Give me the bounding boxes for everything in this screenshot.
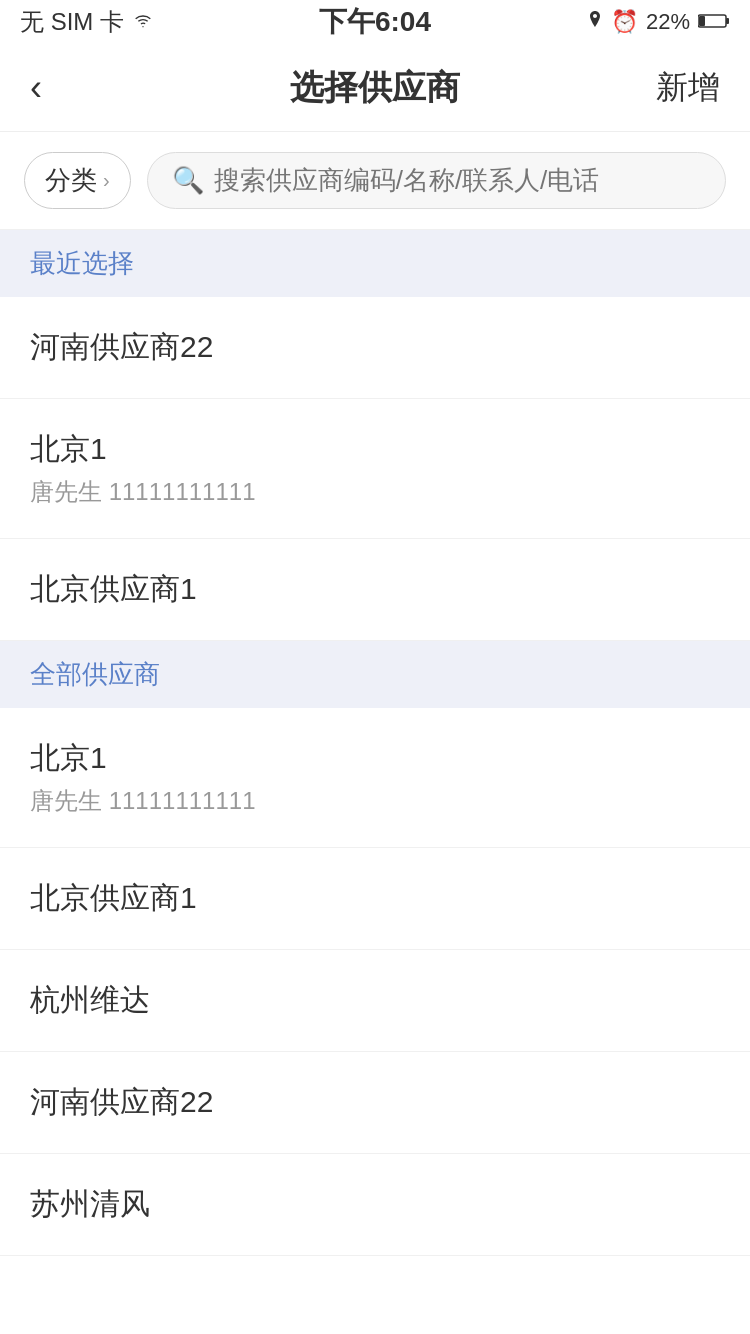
- all-header-label: 全部供应商: [30, 659, 160, 689]
- location-icon: [587, 9, 603, 35]
- recent-section-header: 最近选择: [0, 230, 750, 297]
- no-sim-label: 无 SIM 卡: [20, 6, 124, 38]
- search-input[interactable]: [214, 165, 701, 196]
- all-list: 北京1 唐先生 11111111111 北京供应商1 杭州维达河南供应商22 苏州清风: [0, 708, 750, 1256]
- list-item[interactable]: 河南供应商22: [0, 297, 750, 399]
- item-name: 北京供应商1: [30, 569, 720, 610]
- item-name: 苏州清风: [30, 1184, 720, 1225]
- svg-rect-3: [699, 16, 705, 26]
- add-button[interactable]: 新增: [640, 66, 720, 110]
- recent-header-label: 最近选择: [30, 248, 134, 278]
- recent-list: 河南供应商22 北京1 唐先生 11111111111 北京供应商1: [0, 297, 750, 641]
- nav-bar: ‹ 选择供应商 新增: [0, 44, 750, 132]
- chevron-right-icon: ›: [103, 169, 110, 192]
- item-sub: 唐先生 11111111111: [30, 785, 720, 817]
- back-button[interactable]: ‹: [30, 67, 110, 109]
- status-bar: 无 SIM 卡 下午6:04 ⏰ 22%: [0, 0, 750, 44]
- list-item[interactable]: 杭州维达: [0, 950, 750, 1052]
- search-box[interactable]: 🔍: [147, 152, 726, 209]
- status-right: ⏰ 22%: [587, 9, 730, 35]
- alarm-icon: ⏰: [611, 9, 638, 35]
- all-section-header: 全部供应商: [0, 641, 750, 708]
- list-item[interactable]: 北京1 唐先生 11111111111: [0, 708, 750, 848]
- search-icon: 🔍: [172, 165, 204, 196]
- list-item[interactable]: 北京供应商1: [0, 848, 750, 950]
- item-name: 北京1: [30, 429, 720, 470]
- item-name: 北京供应商1: [30, 878, 720, 919]
- filter-bar: 分类 › 🔍: [0, 132, 750, 230]
- page-title: 选择供应商: [110, 65, 640, 111]
- item-name: 杭州维达: [30, 980, 720, 1021]
- battery-label: 22%: [646, 9, 690, 35]
- wifi-icon: [132, 8, 154, 36]
- list-item[interactable]: 北京供应商1: [0, 539, 750, 641]
- item-name: 河南供应商22: [30, 1082, 720, 1123]
- svg-rect-2: [726, 18, 729, 24]
- item-name: 北京1: [30, 738, 720, 779]
- battery-icon: [698, 9, 730, 35]
- category-button[interactable]: 分类 ›: [24, 152, 131, 209]
- status-left: 无 SIM 卡: [20, 6, 154, 38]
- list-item[interactable]: 苏州清风: [0, 1154, 750, 1256]
- status-time: 下午6:04: [319, 3, 431, 41]
- list-item[interactable]: 北京1 唐先生 11111111111: [0, 399, 750, 539]
- list-item[interactable]: 河南供应商22: [0, 1052, 750, 1154]
- item-sub: 唐先生 11111111111: [30, 476, 720, 508]
- svg-point-0: [142, 26, 143, 27]
- item-name: 河南供应商22: [30, 327, 720, 368]
- category-label: 分类: [45, 163, 97, 198]
